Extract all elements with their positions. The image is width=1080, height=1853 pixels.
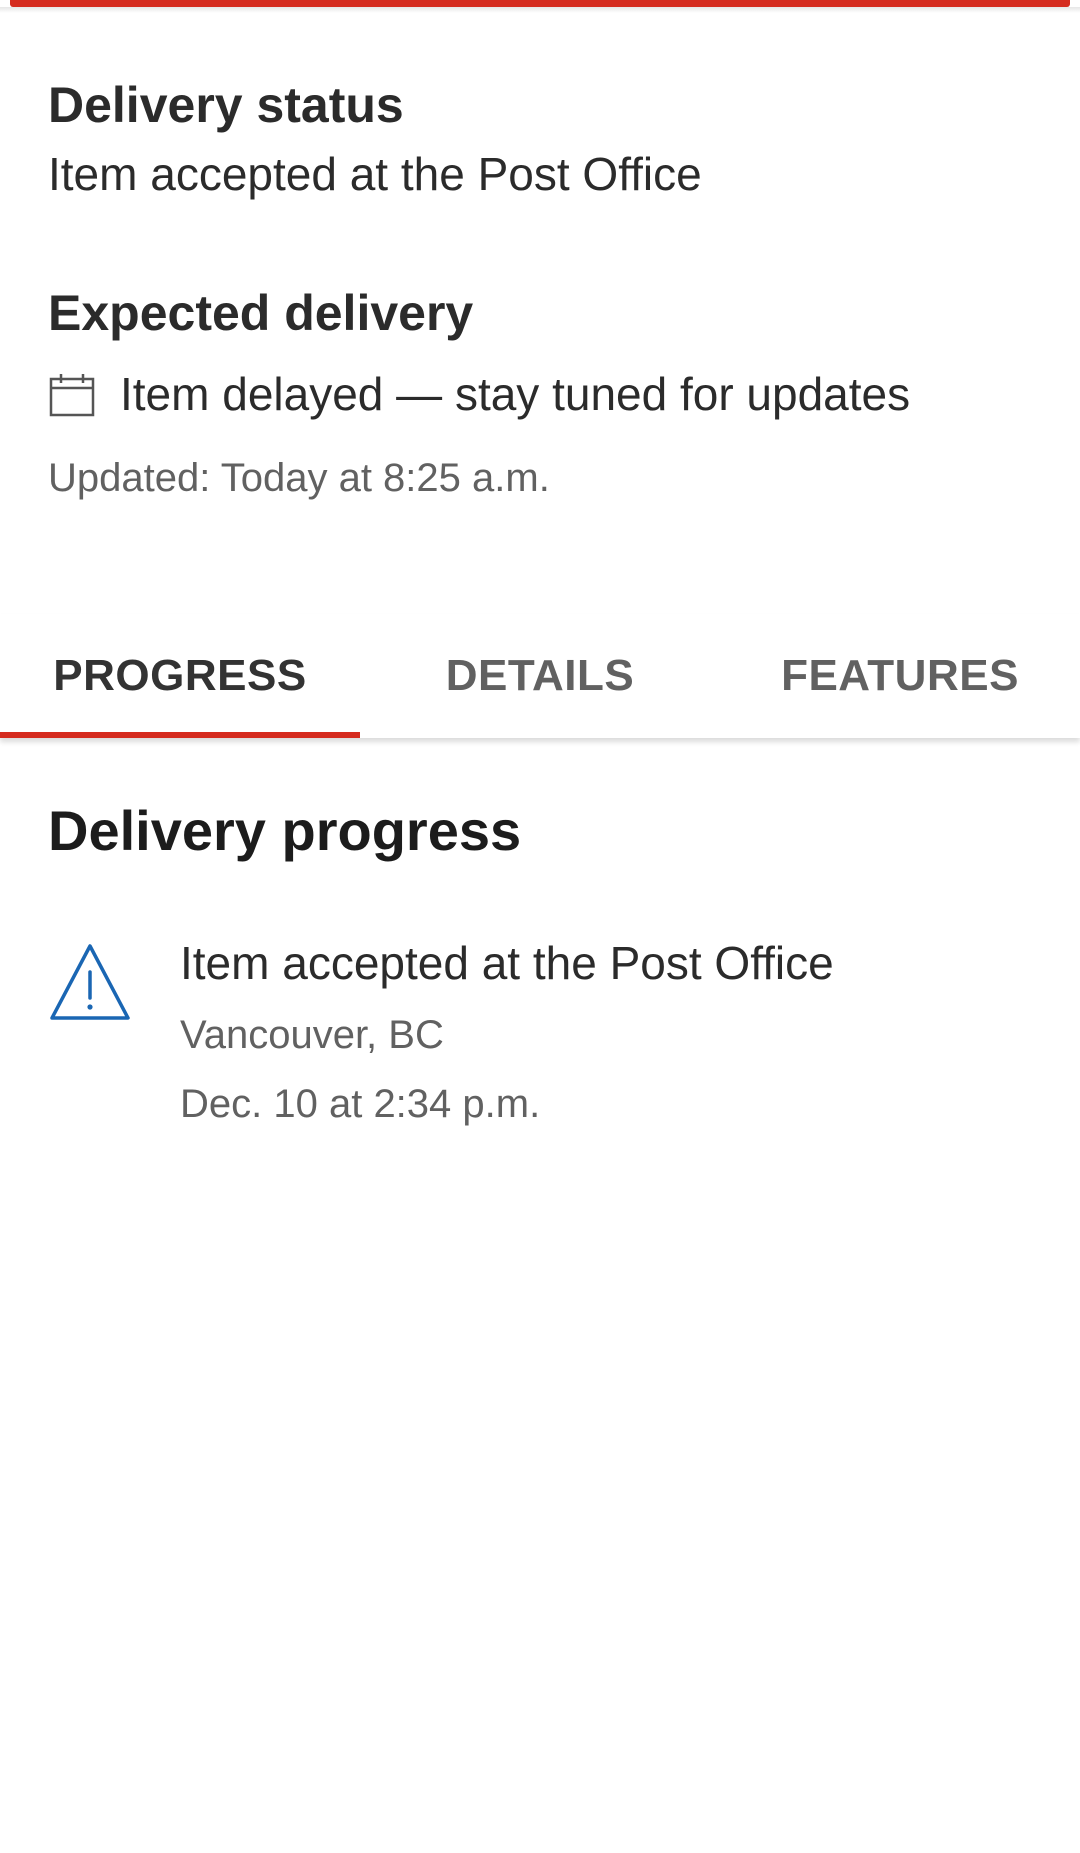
expected-delivery-row: Item delayed — stay tuned for updates: [48, 367, 1032, 422]
delivery-status-heading: Delivery status: [48, 77, 404, 133]
warning-icon: [50, 944, 130, 1020]
tab-progress[interactable]: PROGRESS: [0, 614, 360, 738]
expected-delivery-value: Item delayed — stay tuned for updates: [120, 368, 911, 420]
tab-features[interactable]: FEATURES: [720, 614, 1080, 738]
expected-delivery-section: Expected delivery Item delayed — stay tu…: [48, 286, 1032, 501]
progress-event-location: Vancouver, BC: [180, 1013, 444, 1058]
progress-event-title: Item accepted at the Post Office: [180, 937, 834, 989]
progress-event: Item accepted at the Post Office Vancouv…: [48, 936, 1032, 1127]
tab-details[interactable]: DETAILS: [360, 614, 720, 738]
delivery-progress-title: Delivery progress: [48, 799, 522, 862]
top-edge-shadow: [0, 7, 1080, 13]
delivery-status-value: Item accepted at the Post Office: [48, 148, 702, 200]
top-accent-bar: [10, 0, 1070, 7]
tab-bar: PROGRESS DETAILS FEATURES: [0, 614, 1080, 738]
progress-event-text: Item accepted at the Post Office Vancouv…: [180, 936, 834, 1127]
expected-delivery-heading: Expected delivery: [48, 285, 474, 341]
delivery-status-section: Delivery status Item accepted at the Pos…: [48, 78, 1032, 202]
progress-event-time: Dec. 10 at 2:34 p.m.: [180, 1082, 541, 1127]
calendar-icon: [49, 373, 95, 416]
updated-timestamp: Updated: Today at 8:25 a.m.: [48, 456, 550, 501]
